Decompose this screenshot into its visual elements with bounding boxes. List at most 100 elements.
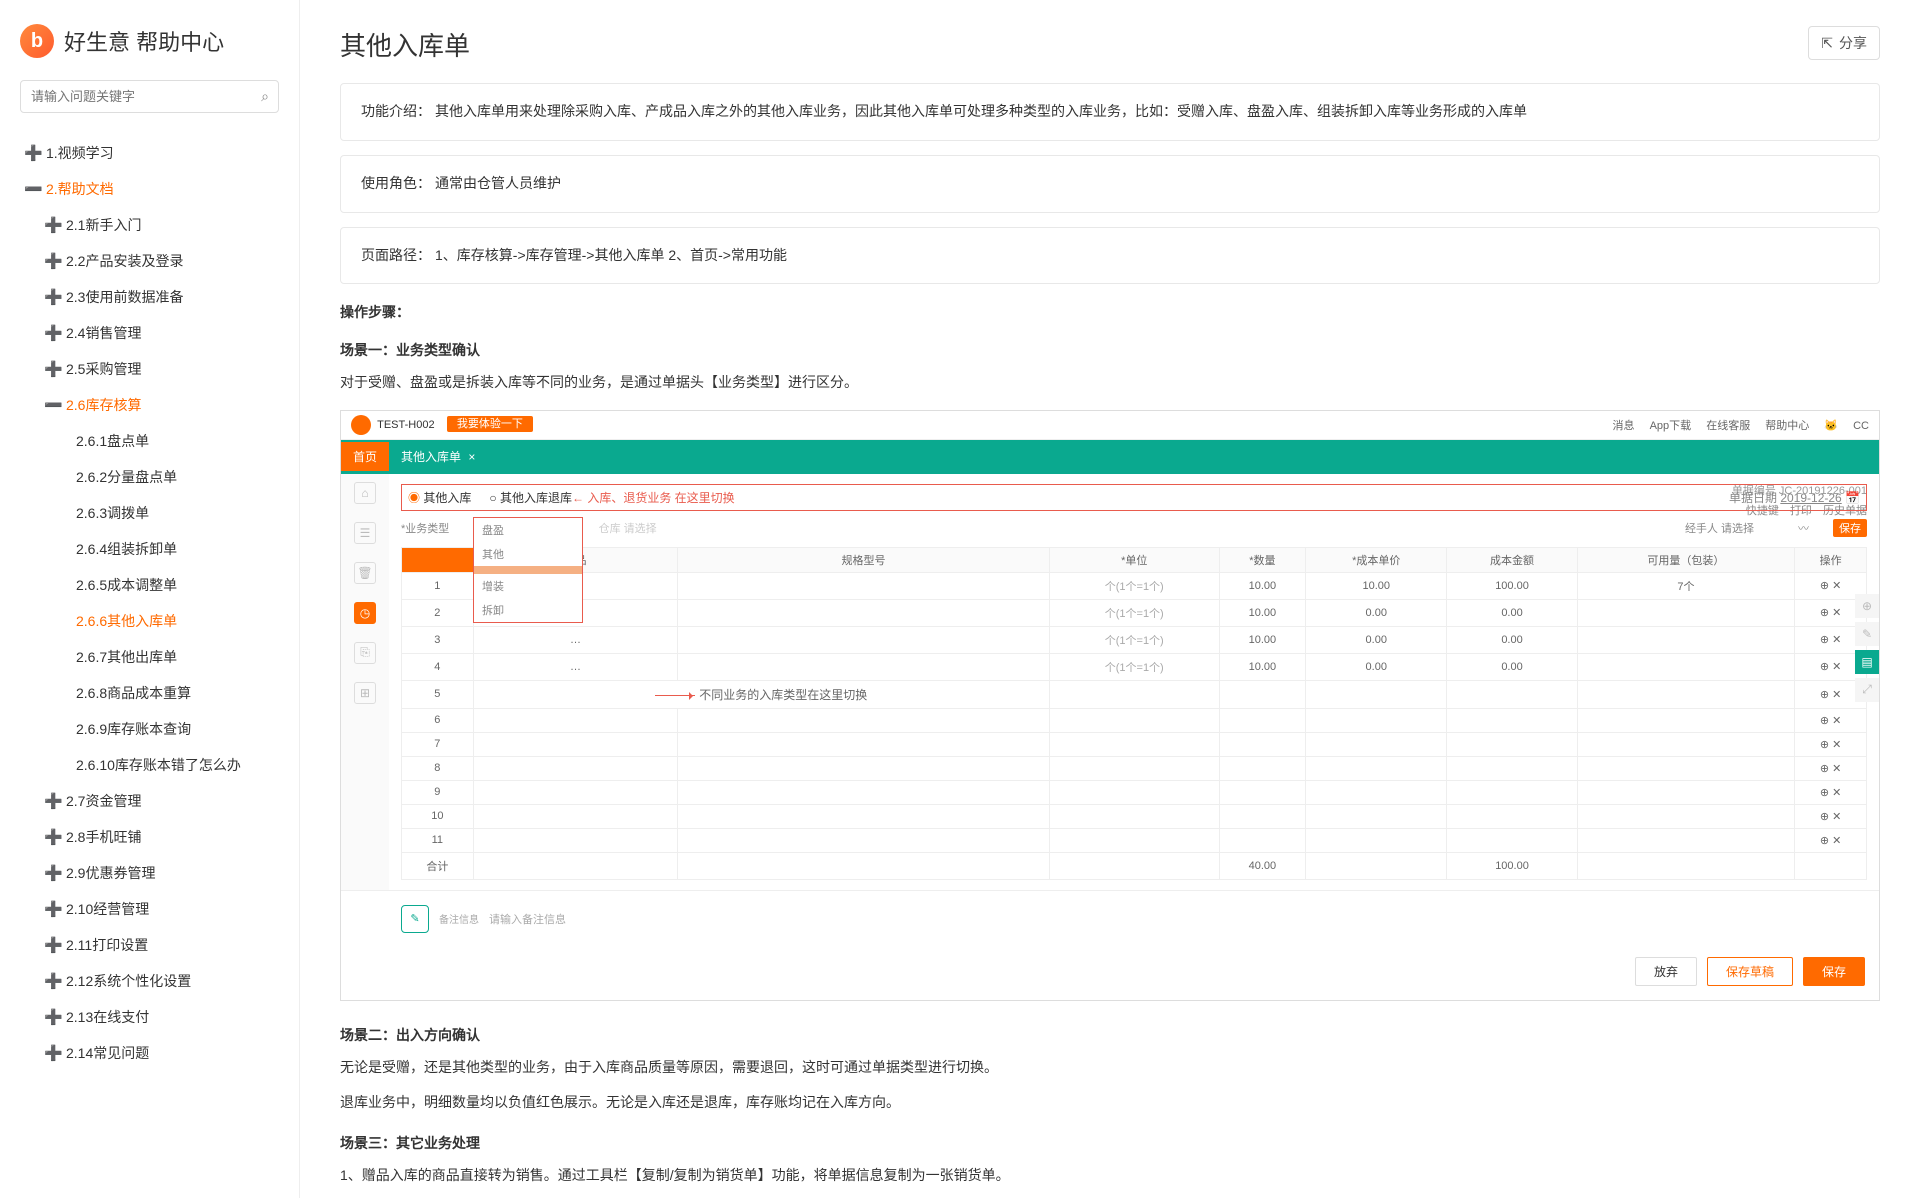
- plus-icon: ➕: [44, 288, 58, 306]
- remark-icon: ✎: [401, 905, 429, 933]
- plus-icon: ➕: [44, 828, 58, 846]
- plus-icon: ➕: [44, 252, 58, 270]
- nav-help-docs[interactable]: ➖2.帮助文档: [20, 171, 279, 207]
- nav-2-6-2[interactable]: 2.6.2分量盘点单: [20, 459, 279, 495]
- table-row: 5不同业务的入库类型在这里切换⊕ ✕: [402, 680, 1867, 708]
- share-icon: ⇱: [1821, 35, 1833, 52]
- shot-link-help: 帮助中心: [1765, 420, 1809, 432]
- page-title: 其他入库单: [340, 26, 470, 63]
- nav-2-12[interactable]: ➕2.12系统个性化设置: [20, 963, 279, 999]
- shot-biz-dropdown: 盘盈 其他 增装 拆卸: [473, 517, 583, 623]
- shot-btn-draft: 保存草稿: [1707, 957, 1793, 986]
- plus-icon: ➕: [44, 324, 58, 342]
- plus-icon: ➕: [44, 900, 58, 918]
- table-total-row: 合计40.00100.00: [402, 852, 1867, 879]
- nav-2-3[interactable]: ➕2.3使用前数据准备: [20, 279, 279, 315]
- shot-remark: ✎ 备注信息 请输入备注信息: [341, 890, 1879, 947]
- nav-2-6-7[interactable]: 2.6.7其他出库单: [20, 639, 279, 675]
- plus-icon: ➕: [24, 144, 38, 162]
- shot-link-cs: 在线客服: [1706, 420, 1750, 432]
- scene2-title: 场景二：出入方向确认: [340, 1025, 1880, 1045]
- shot-btn-save: 保存: [1803, 957, 1865, 986]
- search-icon[interactable]: ⌕: [261, 88, 269, 105]
- nav-2-6-1[interactable]: 2.6.1盘点单: [20, 423, 279, 459]
- table-row: 10⊕ ✕: [402, 804, 1867, 828]
- plus-icon: ➕: [44, 792, 58, 810]
- nav-2-6-5[interactable]: 2.6.5成本调整单: [20, 567, 279, 603]
- shot-tab-header: 首页 其他入库单 ×: [341, 440, 1879, 474]
- steps-title: 操作步骤：: [340, 302, 1880, 322]
- shot-link-app: App下载: [1650, 420, 1692, 432]
- annotation-1: ← 入库、退货业务 在这里切换: [572, 489, 735, 506]
- nav-2-13[interactable]: ➕2.13在线支付: [20, 999, 279, 1035]
- brand-text: 好生意 帮助中心: [64, 25, 224, 57]
- close-icon: ×: [465, 450, 475, 464]
- table-row: 8⊕ ✕: [402, 756, 1867, 780]
- nav-2-10[interactable]: ➕2.10经营管理: [20, 891, 279, 927]
- nav-video-learning[interactable]: ➕1.视频学习: [20, 135, 279, 171]
- brand: b 好生意 帮助中心: [20, 24, 279, 58]
- search-box: ⌕: [20, 80, 279, 113]
- intro-card: 功能介绍：其他入库单用来处理除采购入库、产成品入库之外的其他入库业务，因此其他入…: [340, 83, 1880, 141]
- shot-avatar-icon: 🐱: [1824, 420, 1838, 432]
- nav-2-8[interactable]: ➕2.8手机旺铺: [20, 819, 279, 855]
- scene3-p1: 1、赠品入库的商品直接转为销售。通过工具栏【复制/复制为销货单】功能，将单据信息…: [340, 1163, 1880, 1188]
- shot-right-strip: ⊕✎▤⤢: [1855, 594, 1879, 706]
- scene2-p2: 退库业务中，明细数量均以负值红色展示。无论是入库还是退库，库存账均记在入库方向。: [340, 1090, 1880, 1115]
- nav-2-1[interactable]: ➕2.1新手入门: [20, 207, 279, 243]
- scene3-title: 场景三：其它业务处理: [340, 1133, 1880, 1153]
- nav-2-9[interactable]: ➕2.9优惠券管理: [20, 855, 279, 891]
- plus-icon: ➕: [44, 864, 58, 882]
- sidebar-icon: ⎘: [354, 642, 376, 664]
- shot-btn-discard: 放弃: [1635, 957, 1697, 986]
- nav-2-6-8[interactable]: 2.6.8商品成本重算: [20, 675, 279, 711]
- shot-form-row: *业务类型 盘盈 其他 增装 拆卸 *仓库 仓库 请选择 经手人 请选择 〰: [401, 519, 1867, 537]
- share-button[interactable]: ⇱ 分享: [1808, 26, 1880, 60]
- shot-radio-row: ◉ 其他入库 ○ 其他入库退库 ← 入库、退货业务 在这里切换 单据日期 201…: [401, 484, 1867, 511]
- shot-icon-sidebar: ⌂ ☰ 🗑 ◷ ⎘ ⊞: [341, 474, 389, 890]
- nav-2-6-10[interactable]: 2.6.10库存账本错了怎么办: [20, 747, 279, 783]
- table-row: 3…个(1个=1个)10.000.000.00⊕ ✕: [402, 626, 1867, 653]
- sidebar-icon: ☰: [354, 522, 376, 544]
- sidebar-icon-active: ◷: [354, 602, 376, 624]
- plus-icon: ➕: [44, 216, 58, 234]
- sidebar-icon: 🗑: [354, 562, 376, 584]
- shot-top-menu: TEST-H002 我要体验一下 消息 App下载 在线客服 帮助中心 🐱 CC: [341, 411, 1879, 440]
- nav-2-6[interactable]: ➖2.6库存核算: [20, 387, 279, 423]
- brand-logo: b: [20, 24, 54, 58]
- shot-experience-btn: 我要体验一下: [447, 416, 533, 432]
- nav-2-4[interactable]: ➕2.4销售管理: [20, 315, 279, 351]
- nav-2-6-3[interactable]: 2.6.3调拨单: [20, 495, 279, 531]
- table-row: 7⊕ ✕: [402, 732, 1867, 756]
- table-row: 9⊕ ✕: [402, 780, 1867, 804]
- table-row: 6⊕ ✕: [402, 708, 1867, 732]
- search-input[interactable]: [20, 80, 279, 113]
- nav-2-11[interactable]: ➕2.11打印设置: [20, 927, 279, 963]
- plus-icon: ➕: [44, 1044, 58, 1062]
- shot-link-msg: 消息: [1613, 420, 1635, 432]
- plus-icon: ➕: [44, 360, 58, 378]
- nav-2-6-9[interactable]: 2.6.9库存账本查询: [20, 711, 279, 747]
- table-row: 2…个(1个=1个)10.000.000.00⊕ ✕: [402, 599, 1867, 626]
- nav-2-5[interactable]: ➕2.5采购管理: [20, 351, 279, 387]
- table-row: 11⊕ ✕: [402, 828, 1867, 852]
- plus-icon: ➕: [44, 972, 58, 990]
- scene1-title: 场景一：业务类型确认: [340, 340, 1880, 360]
- scene2-p1: 无论是受赠，还是其他类型的业务，由于入库商品质量等原因，需要退回，这时可通过单据…: [340, 1055, 1880, 1080]
- role-card: 使用角色：通常由仓管人员维护: [340, 155, 1880, 213]
- nav-2-2[interactable]: ➕2.2产品安装及登录: [20, 243, 279, 279]
- path-card: 页面路径：1、库存核算->库存管理->其他入库单 2、首页->常用功能: [340, 227, 1880, 285]
- nav-2-7[interactable]: ➕2.7资金管理: [20, 783, 279, 819]
- nav-2-6-4[interactable]: 2.6.4组装拆卸单: [20, 531, 279, 567]
- minus-icon: ➖: [24, 180, 38, 198]
- sidebar-icon: ⌂: [354, 482, 376, 504]
- shot-bottom-buttons: 放弃 保存草稿 保存: [341, 947, 1879, 1000]
- shot-link-user: CC: [1853, 420, 1869, 432]
- nav-2-6-6[interactable]: 2.6.6其他入库单: [20, 603, 279, 639]
- nav-2-14[interactable]: ➕2.14常见问题: [20, 1035, 279, 1071]
- shot-table: 商品规格型号*单位*数量*成本单价成本金额可用量（包装）操作 1…个(1个=1个…: [401, 547, 1867, 880]
- plus-icon: ➕: [44, 936, 58, 954]
- minus-icon: ➖: [44, 396, 58, 414]
- plus-icon: ➕: [44, 1008, 58, 1026]
- table-row: 1…个(1个=1个)10.0010.00100.007个⊕ ✕: [402, 572, 1867, 599]
